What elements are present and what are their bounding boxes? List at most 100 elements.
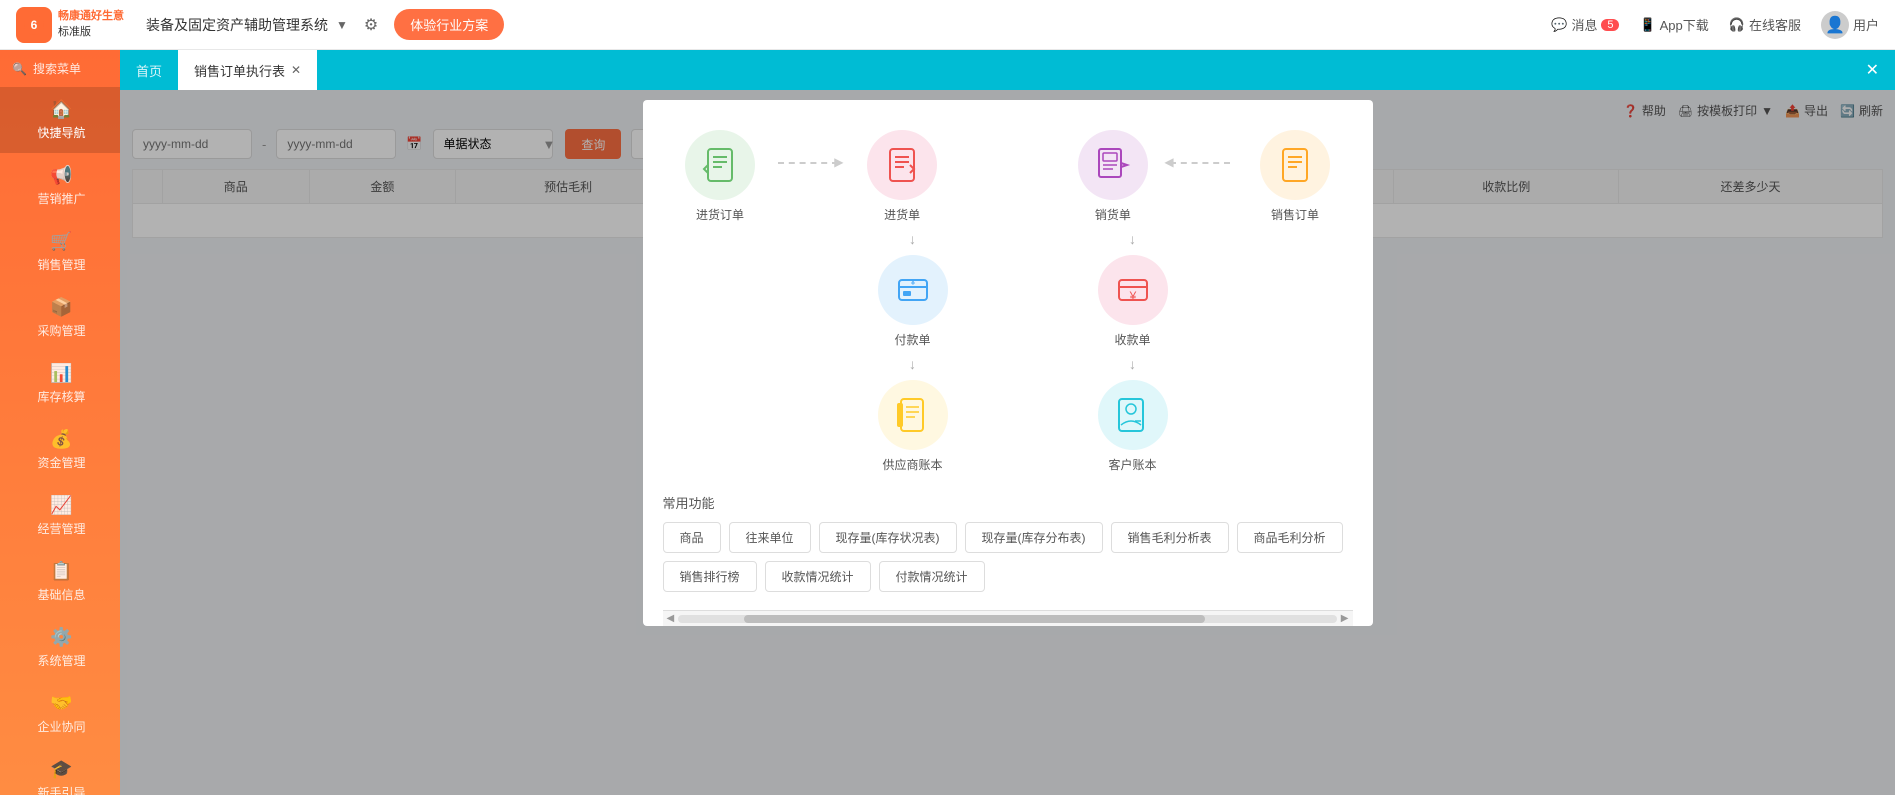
sale-order-label: 销售订单 — [1271, 206, 1319, 223]
flow-row-2: ↓ ↓ — [663, 231, 1353, 247]
online-service-item[interactable]: 🎧 在线客服 — [1729, 15, 1801, 34]
sales-icon: 🛒 — [50, 231, 72, 252]
payment-circle: ¥ — [878, 255, 948, 325]
arrow-2: ◀ — [1170, 162, 1237, 164]
sidebar-label-basic: 基础信息 — [37, 586, 85, 603]
payment-label: 付款单 — [894, 331, 930, 348]
flow-item-sale-bill[interactable]: 销货单 — [1055, 130, 1170, 223]
search-menu[interactable]: 🔍 搜索菜单 — [0, 50, 120, 87]
content-area: 首页 销售订单执行表 ✕ ✕ ❓ 帮助 🖨 按 — [120, 50, 1895, 795]
scroll-right-arrow[interactable]: ▶ — [1341, 613, 1349, 624]
flow-item-supplier-ledger[interactable]: 供应商账本 — [853, 380, 973, 473]
tab-bar: 首页 销售订单执行表 ✕ ✕ — [120, 50, 1895, 90]
supplier-ledger-circle — [878, 380, 948, 450]
search-icon: 🔍 — [12, 62, 27, 76]
sidebar-item-collab[interactable]: 🤝 企业协同 — [0, 681, 120, 747]
sidebar-label-quick-nav: 快捷导航 — [37, 124, 85, 141]
collab-icon: 🤝 — [50, 693, 72, 714]
tab-sales-order-exec[interactable]: 销售订单执行表 ✕ — [178, 50, 317, 90]
flow-row-4: ↓ ↓ — [663, 356, 1353, 372]
flow-row-5: 供应商账本 — [663, 380, 1353, 473]
sale-order-circle — [1260, 130, 1330, 200]
purchase-bill-circle — [867, 130, 937, 200]
message-item[interactable]: 💬 消息 5 — [1551, 15, 1619, 34]
modal: 进货订单 ▶ — [643, 100, 1373, 626]
tab-close-btn[interactable]: ✕ — [291, 63, 301, 77]
sidebar-label-newbie: 新手引导 — [37, 784, 85, 795]
func-btn-contacts[interactable]: 往来单位 — [729, 522, 811, 553]
tab-bar-close-btn[interactable]: ✕ — [1866, 60, 1879, 80]
user-avatar: 👤 — [1821, 11, 1849, 39]
flow-item-purchase-bill[interactable]: 进货单 — [845, 130, 960, 223]
settings-button[interactable]: ⚙ — [364, 15, 378, 35]
sidebar-label-operation: 经营管理 — [37, 520, 85, 537]
sidebar-item-operation[interactable]: 📈 经营管理 — [0, 483, 120, 549]
flow-item-payment[interactable]: ¥ 付款单 — [853, 255, 973, 348]
purchase-order-label: 进货订单 — [696, 206, 744, 223]
sidebar-label-finance: 资金管理 — [37, 454, 85, 471]
tab-home[interactable]: 首页 — [120, 50, 178, 90]
func-btn-product[interactable]: 商品 — [663, 522, 721, 553]
flow-item-receipt[interactable]: ¥ 收款单 — [1073, 255, 1193, 348]
system-icon: ⚙️ — [50, 627, 72, 648]
tab-home-label: 首页 — [136, 61, 162, 80]
flow-item-purchase-order[interactable]: 进货订单 — [663, 130, 778, 223]
system-title-dropdown[interactable]: ▼ — [336, 18, 348, 32]
flow-row-3: ¥ 付款单 — [663, 255, 1353, 348]
sidebar-item-newbie[interactable]: 🎓 新手引导 — [0, 747, 120, 795]
sidebar-label-system: 系统管理 — [37, 652, 85, 669]
func-btn-stock-dist[interactable]: 现存量(库存分布表) — [965, 522, 1103, 553]
purchase-icon: 📦 — [50, 297, 72, 318]
func-btn-sales-gross[interactable]: 销售毛利分析表 — [1111, 522, 1229, 553]
experience-btn[interactable]: 体验行业方案 — [394, 9, 504, 40]
receipt-label: 收款单 — [1114, 331, 1150, 348]
arrow-down-3: ↓ — [853, 356, 973, 372]
logo-text: 畅康通好生意 标准版 — [58, 9, 124, 40]
main-layout: 🔍 搜索菜单 🏠 快捷导航 📢 营销推广 🛒 销售管理 📦 采购管理 📊 — [0, 50, 1895, 795]
sale-bill-circle — [1078, 130, 1148, 200]
sidebar-item-sales[interactable]: 🛒 销售管理 — [0, 219, 120, 285]
func-btn-receipt-stat[interactable]: 收款情况统计 — [765, 561, 871, 592]
common-funcs-title: 常用功能 — [663, 493, 1353, 512]
top-bar-right: 💬 消息 5 📱 App下载 🎧 在线客服 👤 用户 — [1551, 11, 1879, 39]
svg-text:6: 6 — [31, 18, 38, 32]
common-funcs: 常用功能 商品 往来单位 现存量(库存状况表) 现存量(库存分布表) 销售毛利分… — [663, 483, 1353, 610]
receipt-circle: ¥ — [1098, 255, 1168, 325]
sidebar-item-purchase[interactable]: 📦 采购管理 — [0, 285, 120, 351]
sidebar-item-finance[interactable]: 💰 资金管理 — [0, 417, 120, 483]
app-download-item[interactable]: 📱 App下载 — [1639, 15, 1708, 34]
arrow-1: ▶ — [778, 162, 845, 164]
func-btn-payment-stat[interactable]: 付款情况统计 — [879, 561, 985, 592]
bottom-scrollbar[interactable]: ◀ ▶ — [663, 610, 1353, 626]
system-title: 装备及固定资产辅助管理系统 ▼ ⚙ — [146, 15, 378, 35]
scroll-thumb — [744, 615, 1205, 623]
message-badge: 5 — [1601, 19, 1619, 31]
flow-item-sale-order[interactable]: 销售订单 — [1237, 130, 1352, 223]
finance-icon: 💰 — [50, 429, 72, 450]
sidebar-item-system[interactable]: ⚙️ 系统管理 — [0, 615, 120, 681]
basic-icon: 📋 — [50, 561, 72, 582]
sidebar-item-basic[interactable]: 📋 基础信息 — [0, 549, 120, 615]
search-menu-label: 搜索菜单 — [33, 60, 81, 77]
flow-item-customer-ledger[interactable]: 客户账本 — [1073, 380, 1193, 473]
func-btn-stock-status[interactable]: 现存量(库存状况表) — [819, 522, 957, 553]
arrow-down-1: ↓ — [853, 231, 973, 247]
customer-ledger-label: 客户账本 — [1108, 456, 1156, 473]
sidebar-item-marketing[interactable]: 📢 营销推广 — [0, 153, 120, 219]
scroll-left-arrow[interactable]: ◀ — [667, 613, 675, 624]
sidebar-item-quick-nav[interactable]: 🏠 快捷导航 — [0, 87, 120, 153]
func-buttons-row-1: 商品 往来单位 现存量(库存状况表) 现存量(库存分布表) 销售毛利分析表 商品… — [663, 522, 1353, 553]
scroll-track[interactable] — [678, 615, 1337, 623]
system-title-text: 装备及固定资产辅助管理系统 — [146, 15, 328, 35]
message-icon: 💬 — [1551, 17, 1567, 33]
sale-bill-label: 销货单 — [1095, 206, 1131, 223]
sidebar-label-purchase: 采购管理 — [37, 322, 85, 339]
user-item[interactable]: 👤 用户 — [1821, 11, 1879, 39]
marketing-icon: 📢 — [50, 165, 72, 186]
sidebar-item-inventory[interactable]: 📊 库存核算 — [0, 351, 120, 417]
arrow-down-2: ↓ — [1073, 231, 1193, 247]
func-btn-sales-rank[interactable]: 销售排行榜 — [663, 561, 757, 592]
sidebar-label-sales: 销售管理 — [37, 256, 85, 273]
overlay[interactable]: 进货订单 ▶ — [120, 90, 1895, 795]
func-btn-product-gross[interactable]: 商品毛利分析 — [1237, 522, 1343, 553]
